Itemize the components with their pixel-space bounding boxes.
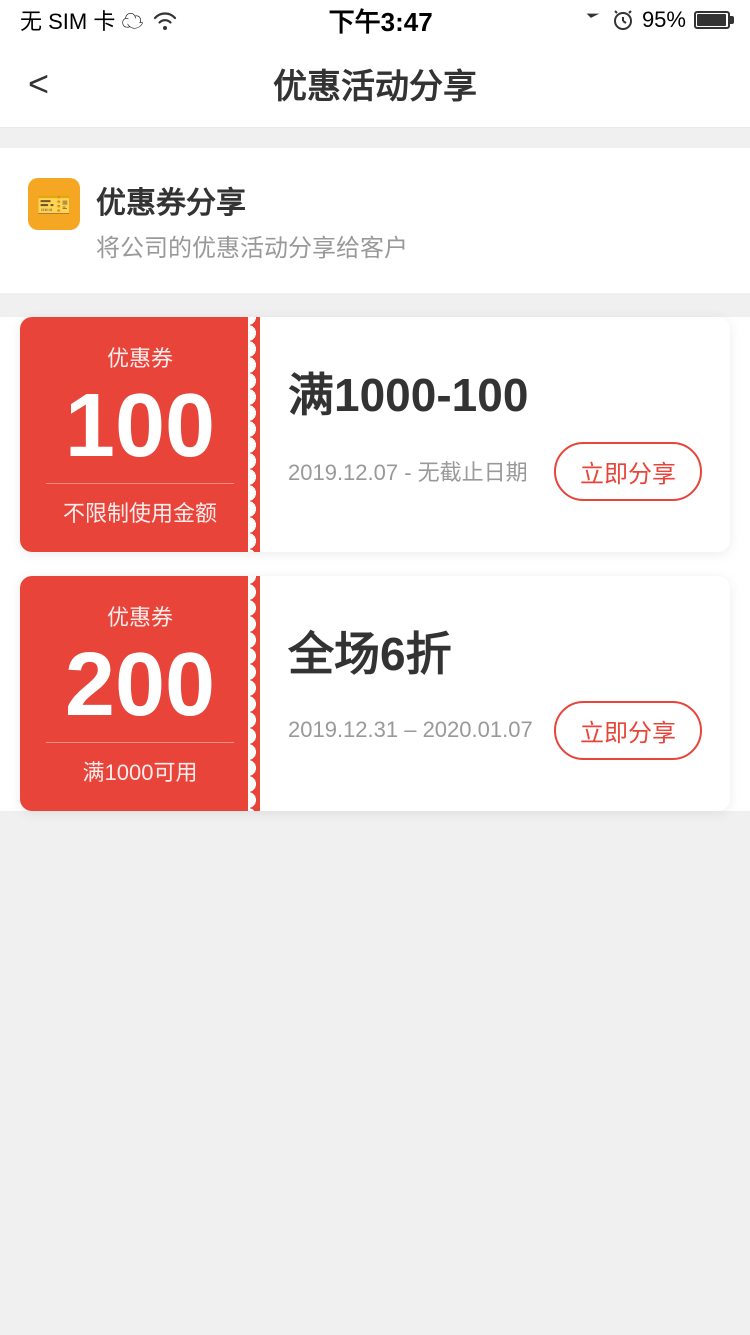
sim-status: 无 SIM 卡 ☁ [20, 4, 143, 36]
status-right: 95% [582, 7, 730, 33]
coupon-left-2: 优惠券 200 满1000可用 [20, 576, 260, 811]
share-button-2[interactable]: 立即分享 [554, 701, 702, 760]
page-title: 优惠活动分享 [273, 59, 477, 108]
coupon-card-2: 优惠券 200 满1000可用 全场6折 2019.12.31 – 2020.0… [20, 576, 730, 811]
coupon-divider-2 [46, 742, 233, 743]
coupon-meta-1: 2019.12.07 - 无截止日期 立即分享 [288, 442, 702, 501]
coupon-card: 优惠券 100 不限制使用金额 满1000-100 2019.12.07 - 无… [20, 317, 730, 552]
coupon-label-2: 优惠券 [107, 600, 173, 632]
status-time: 下午3:47 [329, 2, 433, 39]
back-button[interactable]: < [28, 63, 49, 105]
alarm-icon [612, 9, 634, 31]
section-header: 🎫 优惠券分享 将公司的优惠活动分享给客户 [0, 148, 750, 293]
section-icon: 🎫 [28, 178, 80, 230]
top-divider [0, 128, 750, 148]
section-text: 优惠券分享 将公司的优惠活动分享给客户 [96, 178, 408, 263]
coupon-label-1: 优惠券 [107, 341, 173, 373]
coupon-amount-1: 100 [65, 381, 215, 471]
location-icon [582, 9, 604, 31]
coupon-list: 优惠券 100 不限制使用金额 满1000-100 2019.12.07 - 无… [0, 317, 750, 811]
status-left: 无 SIM 卡 ☁ [20, 4, 179, 36]
coupon-right-1: 满1000-100 2019.12.07 - 无截止日期 立即分享 [260, 317, 730, 552]
coupon-name-1: 满1000-100 [288, 368, 702, 423]
wifi-icon [151, 10, 179, 30]
coupon-condition-2: 满1000可用 [83, 755, 198, 787]
section-title: 优惠券分享 [96, 178, 408, 222]
coupon-left-1: 优惠券 100 不限制使用金额 [20, 317, 260, 552]
coupon-name-2: 全场6折 [288, 627, 702, 682]
coupon-date-2: 2019.12.31 – 2020.01.07 [288, 717, 533, 743]
battery-icon [694, 11, 730, 29]
coupon-amount-2: 200 [65, 640, 215, 730]
coupon-divider-1 [46, 483, 233, 484]
battery-percent: 95% [642, 7, 686, 33]
status-bar: 无 SIM 卡 ☁ 下午3:47 95% [0, 0, 750, 40]
coupon-right-2: 全场6折 2019.12.31 – 2020.01.07 立即分享 [260, 576, 730, 811]
share-button-1[interactable]: 立即分享 [554, 442, 702, 501]
section-subtitle: 将公司的优惠活动分享给客户 [96, 228, 408, 263]
coupon-meta-2: 2019.12.31 – 2020.01.07 立即分享 [288, 701, 702, 760]
coupon-date-1: 2019.12.07 - 无截止日期 [288, 455, 528, 487]
bottom-area [0, 835, 750, 1335]
coupon-condition-1: 不限制使用金额 [63, 496, 217, 528]
nav-bar: < 优惠活动分享 [0, 40, 750, 128]
